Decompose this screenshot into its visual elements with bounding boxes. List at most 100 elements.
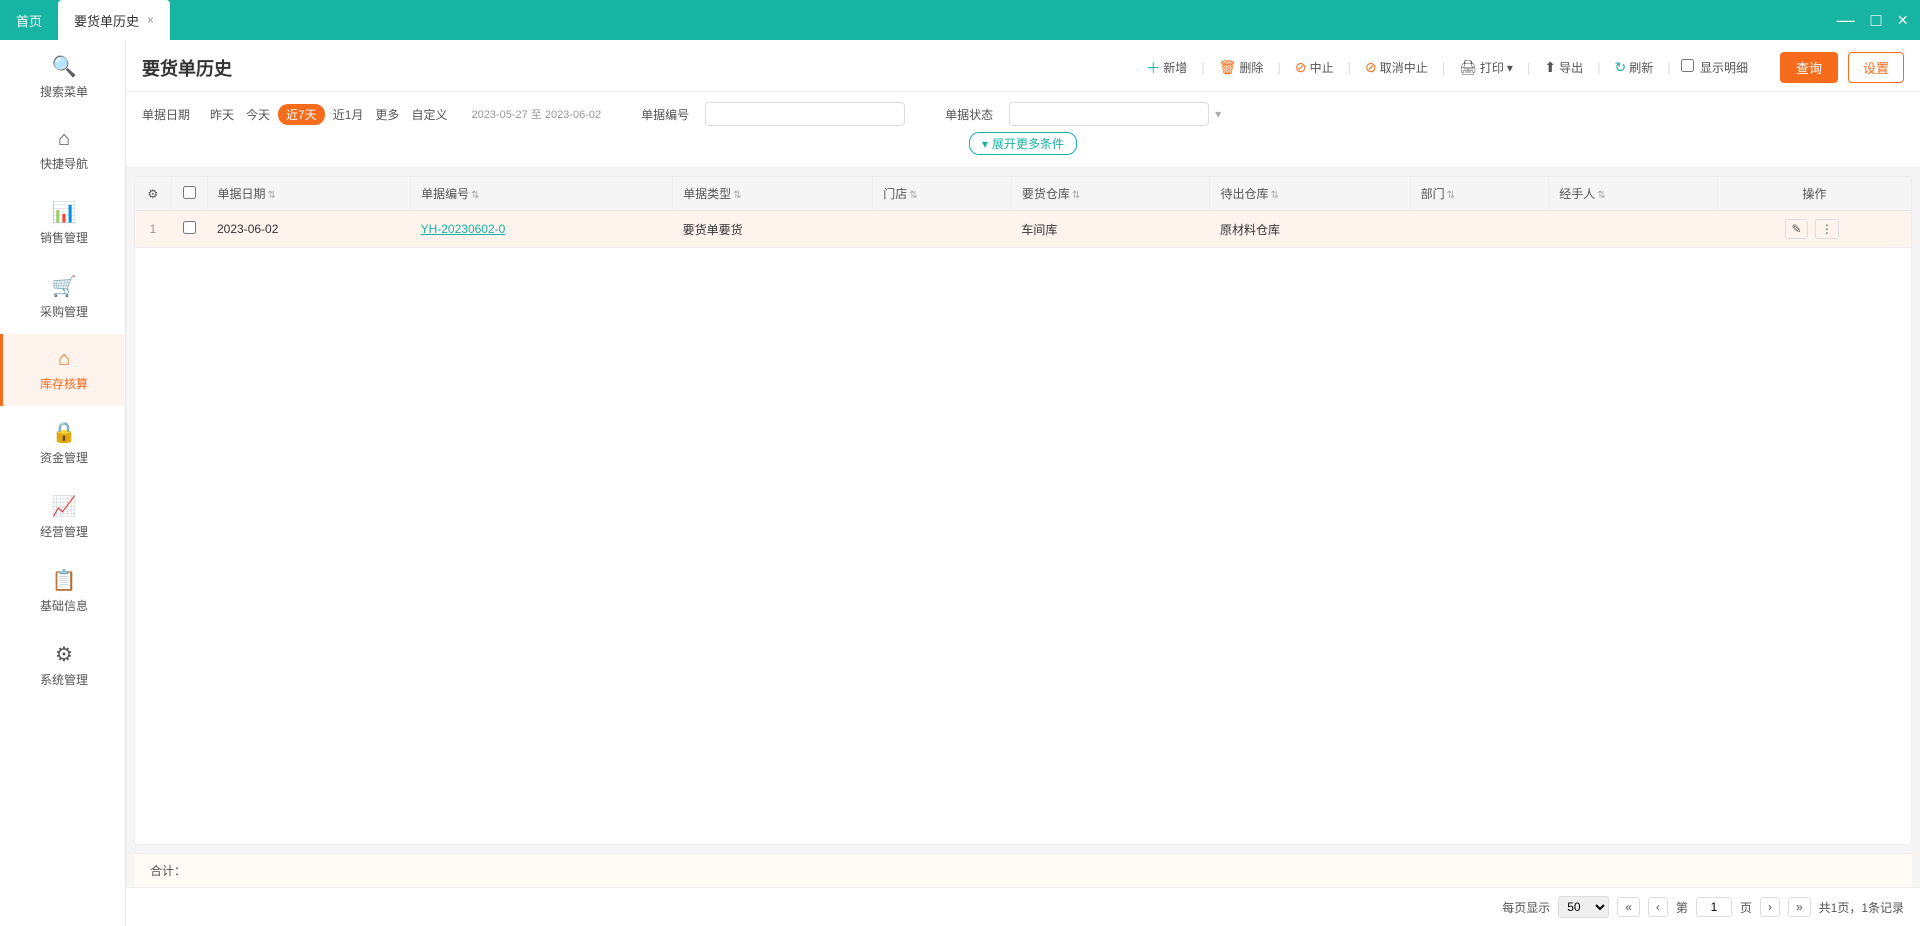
minimize-icon[interactable]: — xyxy=(1837,10,1855,31)
table-row: 1 2023-06-02 YH-20230602-0 要货单要货 车间库 原材料… xyxy=(135,211,1911,248)
status-filter: ▾ xyxy=(1009,102,1221,126)
per-page-select[interactable]: 20 50 100 xyxy=(1558,896,1609,918)
page-title: 要货单历史 xyxy=(142,55,1142,81)
sidebar-item-operations[interactable]: 📈 经营管理 xyxy=(0,480,125,554)
tab-close-icon[interactable]: × xyxy=(147,13,154,27)
page-input[interactable] xyxy=(1696,897,1732,917)
next-page-button[interactable]: › xyxy=(1760,897,1780,917)
sidebar-item-sales[interactable]: 📊 销售管理 xyxy=(0,186,125,260)
date-btn-7days[interactable]: 近7天 xyxy=(278,104,325,125)
sidebar-item-quick-nav[interactable]: ⌂ 快捷导航 xyxy=(0,114,125,186)
sidebar-item-search-menu-label: 搜索菜单 xyxy=(40,83,88,100)
export-icon: ⬆ xyxy=(1544,59,1556,76)
expand-more-label: 展开更多条件 xyxy=(992,135,1064,152)
row-date: 2023-06-02 xyxy=(207,211,411,248)
settings-button[interactable]: 设置 xyxy=(1848,52,1904,83)
display-detail-checkbox[interactable] xyxy=(1681,59,1694,72)
col-pending-warehouse[interactable]: 待出仓库⇅ xyxy=(1210,177,1410,211)
maximize-icon[interactable]: □ xyxy=(1871,10,1882,31)
table-container: ⚙ 单据日期⇅ 单据编号⇅ 单据类型⇅ 门店⇅ 要货仓库⇅ 待出仓库⇅ 部门⇅ … xyxy=(134,176,1912,845)
row-checkbox[interactable] xyxy=(183,221,196,234)
new-button[interactable]: ＋ 新增 xyxy=(1142,56,1191,80)
col-store[interactable]: 门店⇅ xyxy=(873,177,1012,211)
sidebar-item-inventory[interactable]: ⌂ 库存核算 xyxy=(0,334,125,406)
date-btn-custom[interactable]: 自定义 xyxy=(407,105,451,124)
select-all-checkbox[interactable] xyxy=(183,186,196,199)
export-button[interactable]: ⬆ 导出 xyxy=(1540,57,1587,78)
sidebar-item-basic-info[interactable]: 📋 基础信息 xyxy=(0,554,125,628)
page-header: 要货单历史 ＋ 新增 | 🗑 删除 | ⊘ 中止 | ⊘ xyxy=(126,40,1920,92)
more-action-button[interactable]: ⋮ xyxy=(1815,219,1839,239)
display-detail-checkbox-label: 显示明细 xyxy=(1681,59,1748,76)
filter-area: 单据日期 昨天 今天 近7天 近1月 更多 自定义 2023-05-27 至 2… xyxy=(126,92,1920,168)
toolbar: ＋ 新增 | 🗑 删除 | ⊘ 中止 | ⊘ 取消中止 | xyxy=(1142,52,1904,83)
tab-home[interactable]: 首页 xyxy=(0,0,58,40)
last-page-button[interactable]: » xyxy=(1788,897,1811,917)
filter-row: 单据日期 昨天 今天 近7天 近1月 更多 自定义 2023-05-27 至 2… xyxy=(142,102,1904,126)
col-settings[interactable]: ⚙ xyxy=(135,177,171,211)
page-label: 第 xyxy=(1676,899,1688,916)
purchase-icon: 🛒 xyxy=(52,274,77,299)
row-req-warehouse: 车间库 xyxy=(1011,211,1210,248)
divider3: | xyxy=(1348,60,1351,75)
delete-button[interactable]: 🗑 删除 xyxy=(1215,57,1268,78)
sidebar-item-system[interactable]: ⚙ 系统管理 xyxy=(0,628,125,702)
row-doc-type: 要货单要货 xyxy=(673,211,873,248)
divider6: | xyxy=(1597,60,1600,75)
date-btn-more[interactable]: 更多 xyxy=(371,105,403,124)
data-table: ⚙ 单据日期⇅ 单据编号⇅ 单据类型⇅ 门店⇅ 要货仓库⇅ 待出仓库⇅ 部门⇅ … xyxy=(135,177,1911,248)
date-btn-1month[interactable]: 近1月 xyxy=(329,105,368,124)
row-handler xyxy=(1549,211,1718,248)
tab-bar: 首页 要货单历史 × — □ × xyxy=(0,0,1920,40)
doc-no-input[interactable] xyxy=(705,102,905,126)
prev-page-button[interactable]: ‹ xyxy=(1648,897,1668,917)
sidebar-item-search-menu[interactable]: 🔍 搜索菜单 xyxy=(0,40,125,114)
doc-no-filter-label: 单据编号 xyxy=(641,106,689,123)
quick-nav-icon: ⌂ xyxy=(58,128,70,151)
status-dropdown-icon[interactable]: ▾ xyxy=(1215,107,1221,121)
query-button[interactable]: 查询 xyxy=(1780,52,1838,83)
refresh-button[interactable]: ↻ 刷新 xyxy=(1610,57,1657,78)
search-menu-icon: 🔍 xyxy=(52,54,77,79)
display-detail-label: 显示明细 xyxy=(1700,61,1748,75)
doc-no-link[interactable]: YH-20230602-0 xyxy=(421,222,506,236)
col-handler[interactable]: 经手人⇅ xyxy=(1549,177,1718,211)
print-icon: 🖨 xyxy=(1459,59,1477,76)
date-btn-today[interactable]: 今天 xyxy=(242,105,274,124)
sidebar: 🔍 搜索菜单 ⌂ 快捷导航 📊 销售管理 🛒 采购管理 ⌂ 库存核算 🔒 资金管… xyxy=(0,40,126,926)
status-input[interactable] xyxy=(1009,102,1209,126)
sidebar-item-purchase[interactable]: 🛒 采购管理 xyxy=(0,260,125,334)
divider7: | xyxy=(1667,60,1670,75)
row-checkbox-cell xyxy=(171,211,207,248)
tab-current[interactable]: 要货单历史 × xyxy=(58,0,170,40)
sidebar-item-finance[interactable]: 🔒 资金管理 xyxy=(0,406,125,480)
close-window-icon[interactable]: × xyxy=(1897,10,1908,31)
window-controls: — □ × xyxy=(1837,10,1920,31)
col-date[interactable]: 单据日期⇅ xyxy=(207,177,411,211)
delete-label: 删除 xyxy=(1239,59,1263,76)
sidebar-item-purchase-label: 采购管理 xyxy=(40,303,88,320)
col-req-warehouse[interactable]: 要货仓库⇅ xyxy=(1011,177,1210,211)
divider4: | xyxy=(1442,60,1445,75)
new-label: 新增 xyxy=(1163,59,1187,76)
divider2: | xyxy=(1277,60,1280,75)
col-dept[interactable]: 部门⇅ xyxy=(1410,177,1549,211)
main-layout: 🔍 搜索菜单 ⌂ 快捷导航 📊 销售管理 🛒 采购管理 ⌂ 库存核算 🔒 资金管… xyxy=(0,40,1920,926)
edit-button[interactable]: ✎ xyxy=(1785,219,1807,239)
date-btn-yesterday[interactable]: 昨天 xyxy=(206,105,238,124)
col-doc-type[interactable]: 单据类型⇅ xyxy=(673,177,873,211)
cancel-stop-button[interactable]: ⊘ 取消中止 xyxy=(1361,57,1432,78)
refresh-label: 刷新 xyxy=(1629,59,1653,76)
print-button[interactable]: 🖨 打印 ▾ xyxy=(1455,57,1517,78)
delete-icon: 🗑 xyxy=(1219,59,1237,76)
status-filter-label: 单据状态 xyxy=(945,106,993,123)
add-icon: ＋ xyxy=(1146,58,1160,78)
row-action: ✎ ⋮ xyxy=(1717,211,1911,248)
expand-more-button[interactable]: ▾ 展开更多条件 xyxy=(969,132,1077,155)
col-doc-no[interactable]: 单据编号⇅ xyxy=(411,177,673,211)
first-page-button[interactable]: « xyxy=(1617,897,1640,917)
divider1: | xyxy=(1201,60,1204,75)
stop-button[interactable]: ⊘ 中止 xyxy=(1291,57,1338,78)
row-store xyxy=(873,211,1012,248)
col-action: 操作 xyxy=(1717,177,1911,211)
